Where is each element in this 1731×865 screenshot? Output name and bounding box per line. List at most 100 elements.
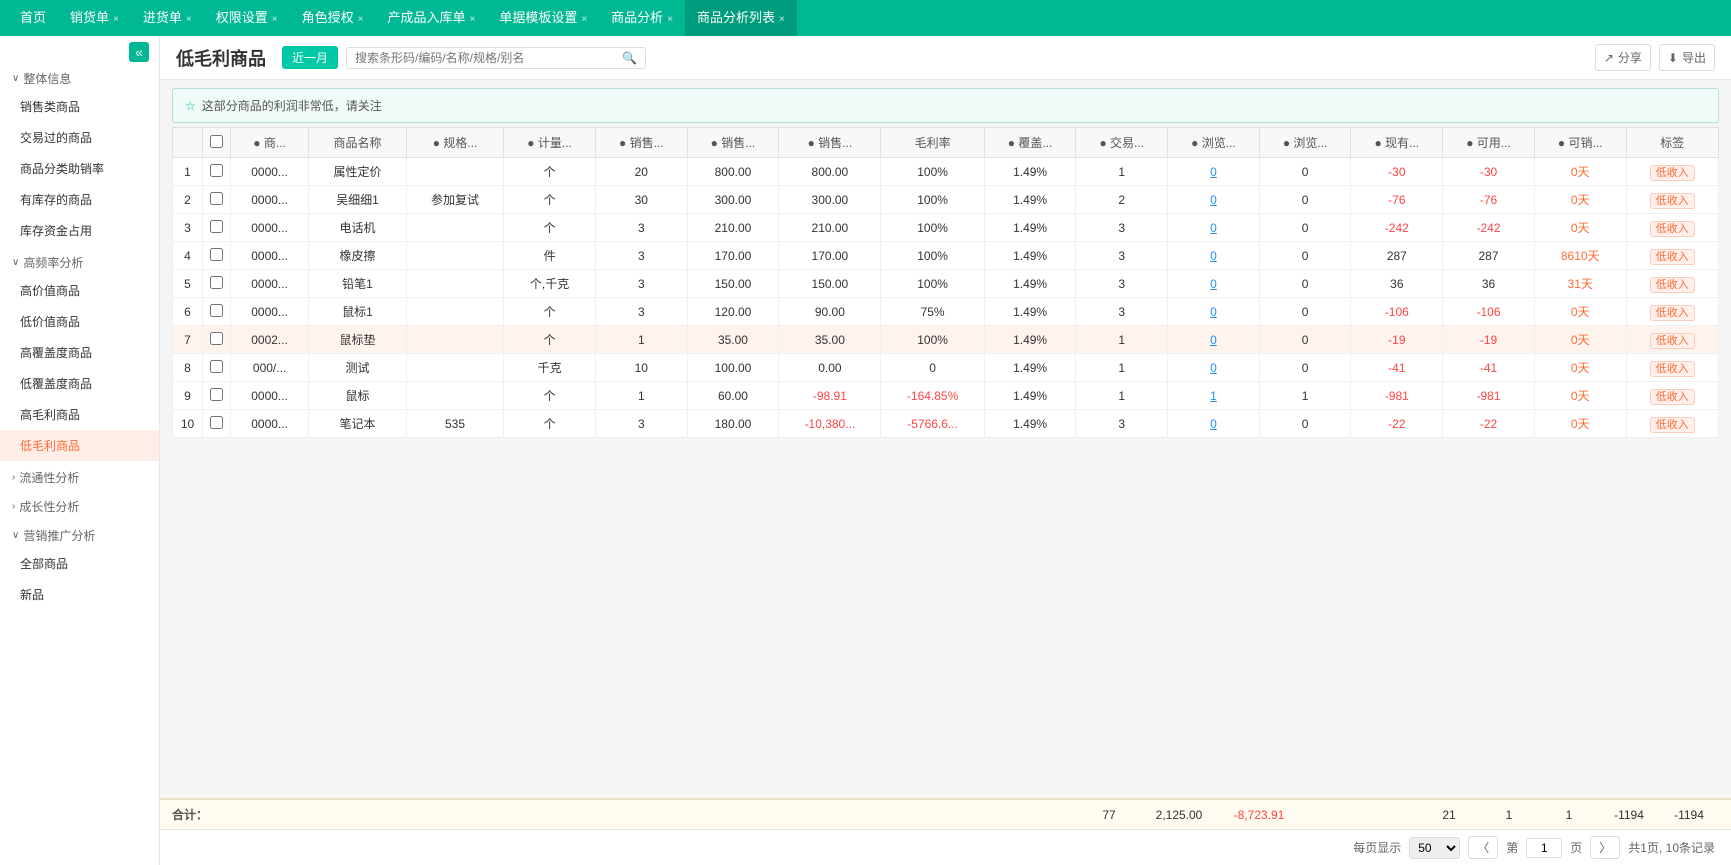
- nav-item-产成品入库单[interactable]: 产成品入库单×: [375, 0, 487, 36]
- nav-close-商品分析[interactable]: ×: [667, 14, 673, 25]
- nav-close-产成品入库单[interactable]: ×: [469, 14, 475, 25]
- row-checkbox[interactable]: [210, 164, 223, 177]
- sidebar-collapse-button[interactable]: «: [129, 42, 149, 62]
- th-cover[interactable]: ● 覆盖...: [984, 128, 1076, 158]
- export-button[interactable]: ⬇ 导出: [1659, 44, 1715, 71]
- nav-close-销货单[interactable]: ×: [113, 14, 119, 25]
- cell-view1[interactable]: 0: [1168, 214, 1260, 242]
- cell-view1[interactable]: 0: [1168, 242, 1260, 270]
- row-checkbox[interactable]: [210, 248, 223, 261]
- nav-item-角色授权[interactable]: 角色授权×: [290, 0, 376, 36]
- sidebar-item-低毛利商品[interactable]: 低毛利商品: [0, 430, 159, 461]
- th-saleable[interactable]: ● 可销...: [1534, 128, 1626, 158]
- cell-check[interactable]: [203, 214, 231, 242]
- row-checkbox[interactable]: [210, 192, 223, 205]
- search-icon[interactable]: 🔍: [622, 51, 637, 65]
- row-checkbox[interactable]: [210, 332, 223, 345]
- view-link[interactable]: 0: [1210, 221, 1217, 235]
- sidebar-item-低覆盖度商品[interactable]: 低覆盖度商品: [0, 368, 159, 399]
- sidebar-group-1[interactable]: ∨高频率分析: [0, 246, 159, 275]
- cell-view1[interactable]: 0: [1168, 186, 1260, 214]
- view-link[interactable]: 0: [1210, 277, 1217, 291]
- per-page-select[interactable]: 50 100 200: [1409, 837, 1460, 859]
- cell-check[interactable]: [203, 382, 231, 410]
- sidebar-item-新品[interactable]: 新品: [0, 579, 159, 610]
- search-input[interactable]: [355, 51, 622, 65]
- sidebar-item-高价值商品[interactable]: 高价值商品: [0, 275, 159, 306]
- nav-close-进货单[interactable]: ×: [186, 14, 192, 25]
- sidebar-item-有库存的商品[interactable]: 有库存的商品: [0, 184, 159, 215]
- nav-item-商品分析列表[interactable]: 商品分析列表×: [685, 0, 797, 36]
- cell-check[interactable]: [203, 354, 231, 382]
- row-checkbox[interactable]: [210, 360, 223, 373]
- th-code[interactable]: ● 商...: [231, 128, 309, 158]
- cell-view1[interactable]: 0: [1168, 298, 1260, 326]
- cell-check[interactable]: [203, 410, 231, 438]
- th-name[interactable]: 商品名称: [309, 128, 407, 158]
- view-link[interactable]: 0: [1210, 361, 1217, 375]
- th-view1[interactable]: ● 浏览...: [1168, 128, 1260, 158]
- nav-item-权限设置[interactable]: 权限设置×: [204, 0, 290, 36]
- th-spec[interactable]: ● 规格...: [406, 128, 504, 158]
- th-unit[interactable]: ● 计量...: [504, 128, 596, 158]
- select-all-checkbox[interactable]: [210, 135, 223, 148]
- cell-view1[interactable]: 0: [1168, 158, 1260, 186]
- filter-button[interactable]: 近一月: [282, 46, 338, 69]
- next-page-button[interactable]: 〉: [1590, 836, 1620, 859]
- nav-item-商品分析[interactable]: 商品分析×: [599, 0, 685, 36]
- cell-check[interactable]: [203, 326, 231, 354]
- nav-close-单据模板设置[interactable]: ×: [581, 14, 587, 25]
- cell-view1[interactable]: 0: [1168, 410, 1260, 438]
- row-checkbox[interactable]: [210, 304, 223, 317]
- nav-item-销货单[interactable]: 销货单×: [58, 0, 131, 36]
- nav-item-首页[interactable]: 首页: [8, 0, 58, 36]
- nav-close-角色授权[interactable]: ×: [358, 14, 364, 25]
- th-sales-price[interactable]: ● 销售...: [687, 128, 779, 158]
- nav-close-权限设置[interactable]: ×: [272, 14, 278, 25]
- sidebar-item-交易过的商品[interactable]: 交易过的商品: [0, 122, 159, 153]
- cell-check[interactable]: [203, 242, 231, 270]
- row-checkbox[interactable]: [210, 276, 223, 289]
- nav-close-商品分析列表[interactable]: ×: [779, 14, 785, 25]
- view-link[interactable]: 0: [1210, 305, 1217, 319]
- prev-page-button[interactable]: 〈: [1468, 836, 1498, 859]
- view-link[interactable]: 0: [1210, 193, 1217, 207]
- view-link[interactable]: 1: [1210, 389, 1217, 403]
- row-checkbox[interactable]: [210, 416, 223, 429]
- page-number-input[interactable]: [1526, 838, 1562, 858]
- th-trade[interactable]: ● 交易...: [1076, 128, 1168, 158]
- cell-view1[interactable]: 0: [1168, 270, 1260, 298]
- th-sales-count[interactable]: ● 销售...: [595, 128, 687, 158]
- th-gross-rate[interactable]: 毛利率: [881, 128, 984, 158]
- sidebar-group-3[interactable]: ›成长性分析: [0, 490, 159, 519]
- sidebar-item-销售类商品[interactable]: 销售类商品: [0, 91, 159, 122]
- view-link[interactable]: 0: [1210, 417, 1217, 431]
- cell-view1[interactable]: 0: [1168, 326, 1260, 354]
- cell-view1[interactable]: 1: [1168, 382, 1260, 410]
- th-view2[interactable]: ● 浏览...: [1259, 128, 1351, 158]
- th-tag[interactable]: 标签: [1626, 128, 1718, 158]
- sidebar-group-4[interactable]: ∨营销推广分析: [0, 519, 159, 548]
- row-checkbox[interactable]: [210, 388, 223, 401]
- sidebar-item-库存资金占用[interactable]: 库存资金占用: [0, 215, 159, 246]
- sidebar-item-全部商品[interactable]: 全部商品: [0, 548, 159, 579]
- nav-item-单据模板设置[interactable]: 单据模板设置×: [487, 0, 599, 36]
- th-sales-amount[interactable]: ● 销售...: [779, 128, 881, 158]
- row-checkbox[interactable]: [210, 220, 223, 233]
- cell-check[interactable]: [203, 158, 231, 186]
- sidebar-item-高毛利商品[interactable]: 高毛利商品: [0, 399, 159, 430]
- sidebar-group-2[interactable]: ›流通性分析: [0, 461, 159, 490]
- sidebar-group-0[interactable]: ∨整体信息: [0, 62, 159, 91]
- cell-check[interactable]: [203, 298, 231, 326]
- cell-check[interactable]: [203, 270, 231, 298]
- sidebar-item-高覆盖度商品[interactable]: 高覆盖度商品: [0, 337, 159, 368]
- th-available[interactable]: ● 可用...: [1443, 128, 1535, 158]
- sidebar-item-商品分类助销率[interactable]: 商品分类助销率: [0, 153, 159, 184]
- nav-item-进货单[interactable]: 进货单×: [131, 0, 204, 36]
- sidebar-item-低价值商品[interactable]: 低价值商品: [0, 306, 159, 337]
- cell-check[interactable]: [203, 186, 231, 214]
- share-button[interactable]: ↗ 分享: [1595, 44, 1651, 71]
- view-link[interactable]: 0: [1210, 249, 1217, 263]
- cell-view1[interactable]: 0: [1168, 354, 1260, 382]
- view-link[interactable]: 0: [1210, 165, 1217, 179]
